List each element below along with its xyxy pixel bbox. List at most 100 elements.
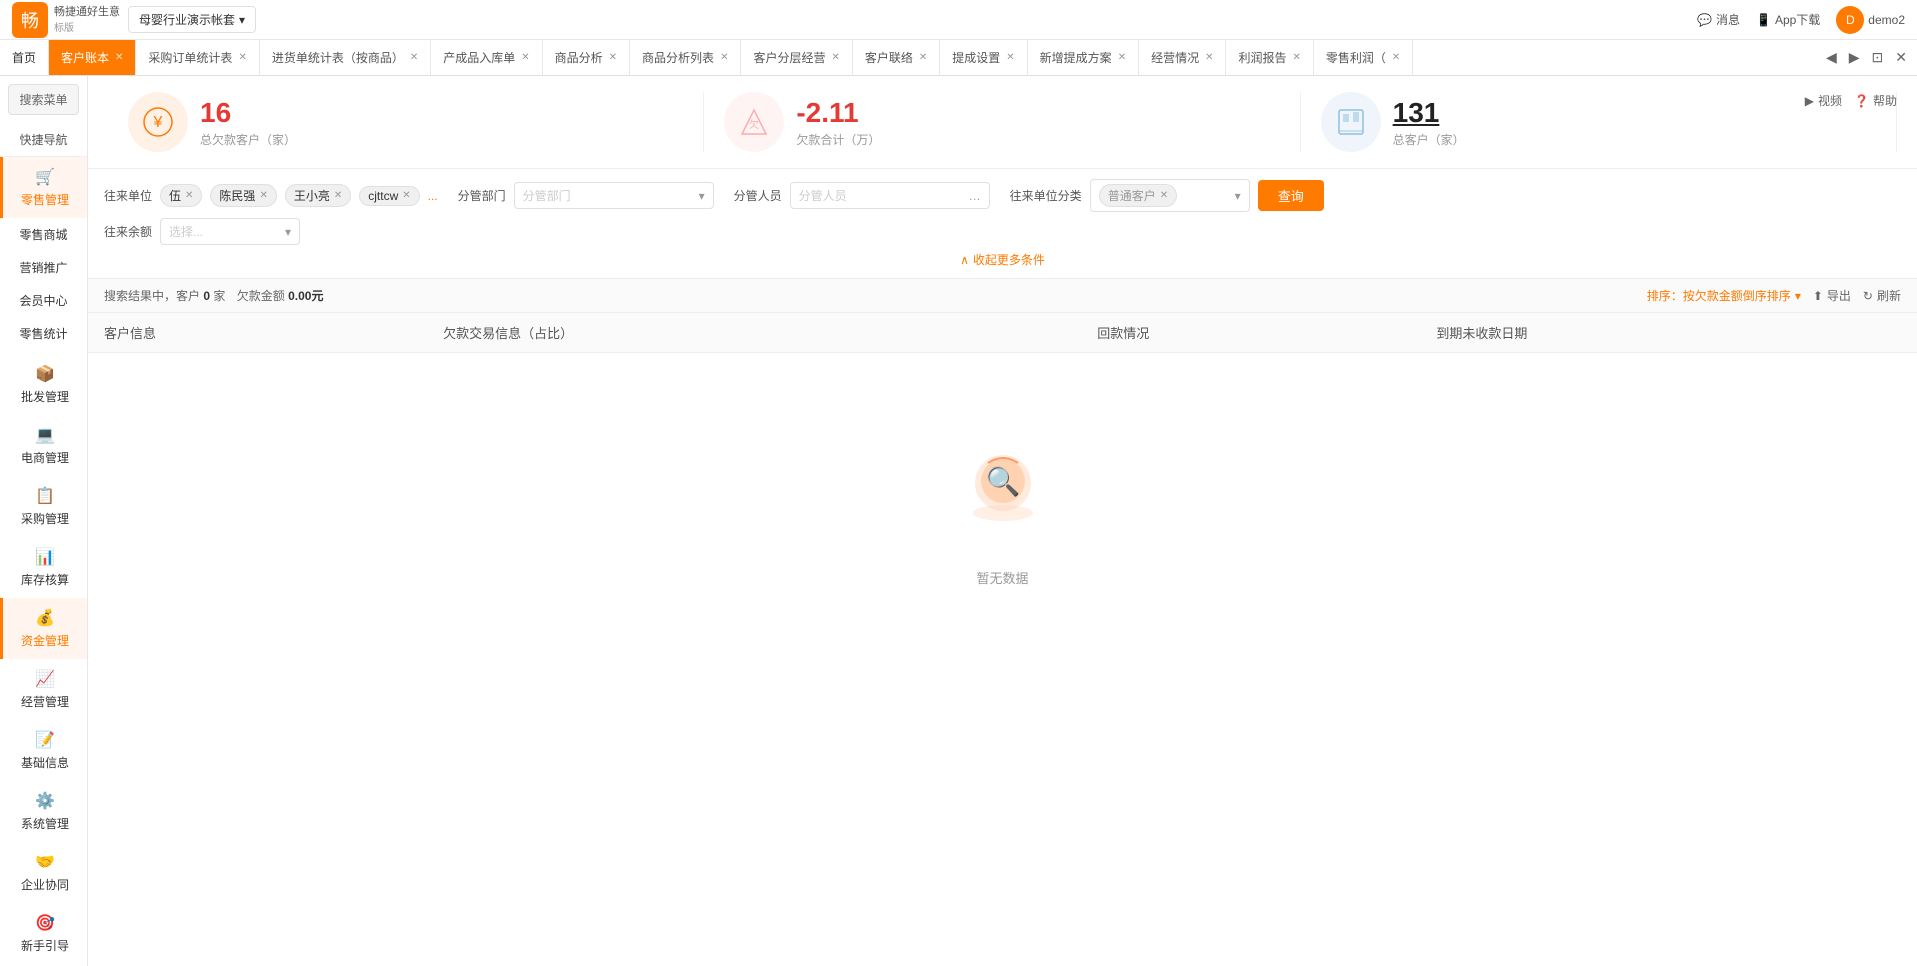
col-customer-info: 客户信息	[88, 313, 427, 353]
tab-production-inbound[interactable]: 产成品入库单 ✕	[431, 40, 542, 75]
video-button[interactable]: ▶ 视频	[1805, 92, 1842, 109]
sidebar-item-new-guide[interactable]: 🎯 新手引导	[0, 903, 87, 964]
sidebar-item-finance[interactable]: 💰 资金管理	[0, 598, 87, 659]
tab-scroll-right-button[interactable]: ▶	[1845, 47, 1864, 68]
table-header-row: 客户信息 欠款交易信息（占比） 回款情况 到期未收款日期	[88, 313, 1917, 353]
filter-row-2: 往来余额 选择... ▾	[104, 218, 1901, 245]
filter-row-1: 往来单位 伍 ✕ 陈民强 ✕ 王小亮 ✕ cjttcw ✕ ...	[104, 179, 1901, 212]
svg-text:¥: ¥	[153, 114, 163, 131]
sidebar-item-inventory-label: 库存核算	[21, 571, 69, 588]
search-menu-button[interactable]: 搜索菜单	[8, 84, 79, 115]
balance-selector[interactable]: 选择... ▾	[160, 218, 300, 245]
tab-goods-analysis-list-close[interactable]: ✕	[720, 52, 728, 63]
tab-promotion-settings-close[interactable]: ✕	[1006, 52, 1014, 63]
tab-customer-account[interactable]: 客户账本 ✕	[49, 40, 136, 75]
collapse-button[interactable]: ∧ 收起更多条件	[104, 251, 1901, 268]
tab-customer-tier-close[interactable]: ✕	[831, 52, 839, 63]
username: demo2	[1868, 13, 1905, 27]
unit-label: 往来单位	[104, 187, 152, 204]
tab-customer-account-close[interactable]: ✕	[115, 52, 123, 63]
stat-label-total-customers: 总客户（家）	[1393, 131, 1465, 148]
tab-home[interactable]: 首页	[0, 40, 49, 75]
tab-production-inbound-close[interactable]: ✕	[521, 52, 529, 63]
sidebar-item-system[interactable]: ⚙️ 系统管理	[0, 781, 87, 842]
filter-tag-wang[interactable]: 王小亮 ✕	[285, 184, 351, 207]
sidebar-item-enterprise[interactable]: 🤝 企业协同	[0, 842, 87, 903]
tab-close-all-button[interactable]: ✕	[1891, 47, 1911, 68]
tab-retail-profit-close[interactable]: ✕	[1392, 52, 1400, 63]
sidebar-quick-nav[interactable]: 快捷导航	[0, 123, 87, 157]
results-count-unit: 家	[213, 289, 225, 303]
sidebar-item-ecommerce[interactable]: 💻 电商管理	[0, 415, 87, 476]
remove-tag-chen[interactable]: ✕	[259, 190, 267, 201]
person-selector[interactable]: 分管人员 …	[790, 182, 990, 209]
svg-text:🔍: 🔍	[985, 463, 1020, 498]
sidebar-item-marketing[interactable]: 营销推广	[0, 251, 87, 284]
tab-inbound-stats[interactable]: 进货单统计表（按商品） ✕	[260, 40, 431, 75]
tab-customer-tier[interactable]: 客户分层经营 ✕	[741, 40, 852, 75]
sidebar-item-retail-stats[interactable]: 零售统计	[0, 317, 87, 350]
remove-tag-cjttcw[interactable]: ✕	[402, 190, 410, 201]
sidebar-item-retail-mall[interactable]: 零售商城	[0, 218, 87, 251]
tab-goods-analysis-close[interactable]: ✕	[609, 52, 617, 63]
refresh-label: 刷新	[1877, 287, 1901, 304]
store-selector[interactable]: 母婴行业演示帐套 ▾	[128, 6, 256, 33]
filter-unit-more-button[interactable]: ...	[428, 189, 438, 203]
sidebar-item-basic-info[interactable]: 📝 基础信息	[0, 720, 87, 781]
sort-chevron-icon: ▾	[1795, 289, 1801, 303]
message-icon: 💬	[1697, 13, 1712, 27]
filter-tag-wu[interactable]: 伍 ✕	[160, 184, 202, 207]
sidebar-item-new-guide-label: 新手引导	[21, 937, 69, 954]
tab-operation-status[interactable]: 经营情况 ✕	[1139, 40, 1226, 75]
tab-customer-contact-close[interactable]: ✕	[919, 52, 927, 63]
tab-profit-report[interactable]: 利润报告 ✕	[1226, 40, 1313, 75]
remove-tag-wang[interactable]: ✕	[334, 190, 342, 201]
tab-expand-button[interactable]: ⊡	[1868, 47, 1888, 68]
help-button[interactable]: ❓ 帮助	[1854, 92, 1897, 109]
tab-goods-analysis-list[interactable]: 商品分析列表 ✕	[630, 40, 741, 75]
sidebar-item-wholesale[interactable]: 📦 批发管理	[0, 354, 87, 415]
category-chevron-icon: ▾	[1235, 189, 1241, 203]
export-button[interactable]: ⬆ 导出	[1813, 287, 1851, 304]
query-button[interactable]: 查询	[1258, 180, 1324, 211]
filter-tag-cjttcw[interactable]: cjttcw ✕	[359, 186, 419, 206]
tab-purchase-order-close[interactable]: ✕	[238, 52, 246, 63]
finance-icon: 💰	[35, 608, 55, 628]
empty-state: 🔍 暂无数据	[88, 353, 1917, 667]
sidebar-item-member[interactable]: 会员中心	[0, 284, 87, 317]
tab-promotion-settings[interactable]: 提成设置 ✕	[940, 40, 1027, 75]
help-icon: ❓	[1854, 94, 1869, 108]
retail-icon: 🛒	[35, 167, 55, 187]
tab-customer-contact[interactable]: 客户联络 ✕	[853, 40, 940, 75]
tab-purchase-order[interactable]: 采购订单统计表 ✕	[136, 40, 259, 75]
filter-tag-category[interactable]: 普通客户 ✕	[1099, 184, 1177, 207]
sort-selector[interactable]: 排序：按欠款金额倒序排序 ▾	[1647, 287, 1801, 304]
operations-icon: 📈	[35, 669, 55, 689]
system-icon: ⚙️	[35, 791, 55, 811]
messages-button[interactable]: 💬 消息	[1697, 11, 1740, 28]
tab-scroll-left-button[interactable]: ◀	[1822, 47, 1841, 68]
tab-controls: ◀ ▶ ⊡ ✕	[1816, 47, 1917, 68]
tab-new-promotion-plan-close[interactable]: ✕	[1118, 52, 1126, 63]
stat-info-credit-customers: 16 总欠款客户（家）	[200, 96, 296, 149]
logo-icon: 畅	[12, 2, 48, 38]
app-download-button[interactable]: 📱 App下载	[1756, 11, 1820, 28]
tab-goods-analysis[interactable]: 商品分析 ✕	[543, 40, 630, 75]
category-selector[interactable]: 普通客户 ✕ ▾	[1090, 179, 1250, 212]
dept-selector[interactable]: 分管部门 ▾	[514, 182, 714, 209]
filter-tag-chen[interactable]: 陈民强 ✕	[210, 184, 276, 207]
remove-tag-wu[interactable]: ✕	[185, 190, 193, 201]
sidebar-item-inventory[interactable]: 📊 库存核算	[0, 537, 87, 598]
sidebar-item-purchase[interactable]: 📋 采购管理	[0, 476, 87, 537]
user-menu[interactable]: D demo2	[1836, 6, 1905, 34]
remove-tag-category[interactable]: ✕	[1160, 190, 1168, 201]
tab-new-promotion-plan[interactable]: 新增提成方案 ✕	[1028, 40, 1139, 75]
tab-operation-status-close[interactable]: ✕	[1205, 52, 1213, 63]
chevron-up-icon: ∧	[960, 253, 969, 267]
tab-inbound-stats-close[interactable]: ✕	[410, 52, 418, 63]
refresh-button[interactable]: ↻ 刷新	[1863, 287, 1901, 304]
sidebar-item-retail[interactable]: 🛒 零售管理	[0, 157, 87, 218]
sidebar-item-operations[interactable]: 📈 经营管理	[0, 659, 87, 720]
tab-retail-profit[interactable]: 零售利润（ ✕	[1314, 40, 1413, 75]
tab-profit-report-close[interactable]: ✕	[1293, 52, 1301, 63]
